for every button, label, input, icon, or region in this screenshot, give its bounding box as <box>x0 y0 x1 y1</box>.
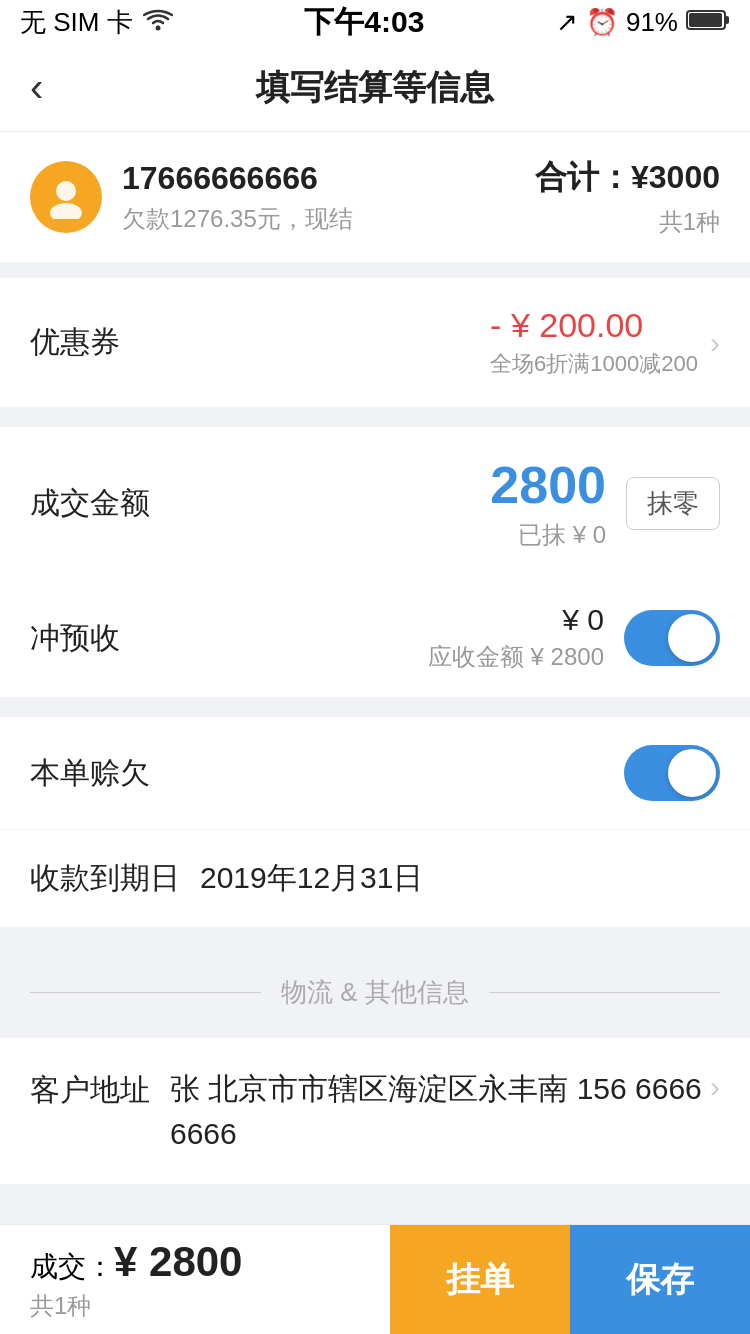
bottom-count: 共1种 <box>30 1290 360 1322</box>
address-value: 张 北京市市辖区海淀区永丰南 156 6666 6666 <box>170 1066 710 1156</box>
customer-left: 17666666666 欠款1276.35元，现结 <box>30 160 353 235</box>
svg-rect-3 <box>689 13 722 27</box>
save-button[interactable]: 保存 <box>570 1225 750 1335</box>
amount-right: 2800 已抹 ¥ 0 抹零 <box>490 455 720 551</box>
status-time: 下午4:03 <box>304 2 424 43</box>
svg-point-0 <box>155 25 160 30</box>
prepay-values: ¥ 0 应收金额 ¥ 2800 <box>428 603 604 673</box>
debt-toggle-knob <box>668 749 716 797</box>
alarm-icon: ⏰ <box>586 7 618 38</box>
prepay-label: 冲预收 <box>30 618 120 659</box>
debt-section: 本单赊欠 <box>0 717 750 829</box>
battery-icon <box>686 7 730 38</box>
back-button[interactable]: ‹ <box>30 65 90 110</box>
coupon-discount: - ¥ 200.00 <box>490 306 698 345</box>
coupon-desc: 全场6折满1000减200 <box>490 349 698 379</box>
logistics-divider: 物流 & 其他信息 <box>0 947 750 1038</box>
coupon-arrow-icon: › <box>710 326 720 360</box>
amount-label: 成交金额 <box>30 483 150 524</box>
prepay-row: 冲预收 ¥ 0 应收金额 ¥ 2800 <box>0 579 750 697</box>
bottom-summary: 成交：¥ 2800 共1种 <box>0 1238 390 1322</box>
customer-total: 合计：¥3000 共1种 <box>535 156 720 238</box>
amount-sub: 已抹 ¥ 0 <box>490 519 606 551</box>
rounding-button[interactable]: 抹零 <box>626 477 720 530</box>
location-icon: ↗ <box>556 7 578 38</box>
address-label: 客户地址 <box>30 1070 150 1111</box>
bottom-deal-prefix: 成交： <box>30 1251 114 1282</box>
avatar <box>30 161 102 233</box>
coupon-right: - ¥ 200.00 全场6折满1000减200 › <box>490 306 720 379</box>
divider-line-right <box>489 992 720 993</box>
total-amount: 合计：¥3000 <box>535 156 720 200</box>
due-date-section: 收款到期日 2019年12月31日 <box>0 830 750 927</box>
customer-info: 17666666666 欠款1276.35元，现结 <box>122 160 353 235</box>
prepay-toggle[interactable] <box>624 610 720 666</box>
debt-toggle[interactable] <box>624 745 720 801</box>
page-title: 填写结算等信息 <box>256 65 494 111</box>
logistics-label: 物流 & 其他信息 <box>281 975 469 1010</box>
amount-value: 2800 <box>490 455 606 515</box>
customer-phone: 17666666666 <box>122 160 353 197</box>
battery-text: 91% <box>626 7 678 38</box>
prepay-section: 冲预收 ¥ 0 应收金额 ¥ 2800 <box>0 579 750 697</box>
section-divider-1 <box>0 407 750 427</box>
svg-rect-2 <box>725 16 729 24</box>
due-date-value: 2019年12月31日 <box>200 858 423 899</box>
carrier-text: 无 SIM 卡 <box>20 5 133 40</box>
customer-card: 17666666666 欠款1276.35元，现结 合计：¥3000 共1种 <box>0 132 750 262</box>
section-divider-2 <box>0 697 750 717</box>
prepay-sub: 应收金额 ¥ 2800 <box>428 641 604 673</box>
address-arrow-icon: › <box>710 1070 720 1104</box>
status-left: 无 SIM 卡 <box>20 5 173 40</box>
svg-point-5 <box>50 203 82 219</box>
total-type: 共1种 <box>535 206 720 238</box>
content-area: 17666666666 欠款1276.35元，现结 合计：¥3000 共1种 优… <box>0 132 750 1334</box>
status-bar: 无 SIM 卡 下午4:03 ↗ ⏰ 91% <box>0 0 750 44</box>
bottom-deal-amount: ¥ 2800 <box>114 1238 242 1285</box>
debt-label: 本单赊欠 <box>30 753 150 794</box>
address-section[interactable]: 客户地址 张 北京市市辖区海淀区永丰南 156 6666 6666 › <box>0 1038 750 1184</box>
toggle-knob <box>668 614 716 662</box>
prepay-amount: ¥ 0 <box>428 603 604 637</box>
svg-point-4 <box>56 181 76 201</box>
amount-section: 成交金额 2800 已抹 ¥ 0 抹零 <box>0 427 750 579</box>
customer-debt: 欠款1276.35元，现结 <box>122 203 353 235</box>
nav-bar: ‹ 填写结算等信息 <box>0 44 750 132</box>
bottom-deal-line: 成交：¥ 2800 <box>30 1238 360 1286</box>
bottom-bar: 成交：¥ 2800 共1种 挂单 保存 <box>0 1224 750 1334</box>
status-right: ↗ ⏰ 91% <box>556 7 730 38</box>
divider-line-left <box>30 992 261 993</box>
wifi-icon <box>143 7 173 38</box>
coupon-row[interactable]: 优惠券 - ¥ 200.00 全场6折满1000减200 › <box>0 278 750 407</box>
amount-row: 成交金额 2800 已抹 ¥ 0 抹零 <box>0 427 750 579</box>
due-date-label: 收款到期日 <box>30 858 180 899</box>
coupon-label: 优惠券 <box>30 322 120 363</box>
hold-button[interactable]: 挂单 <box>390 1225 570 1335</box>
